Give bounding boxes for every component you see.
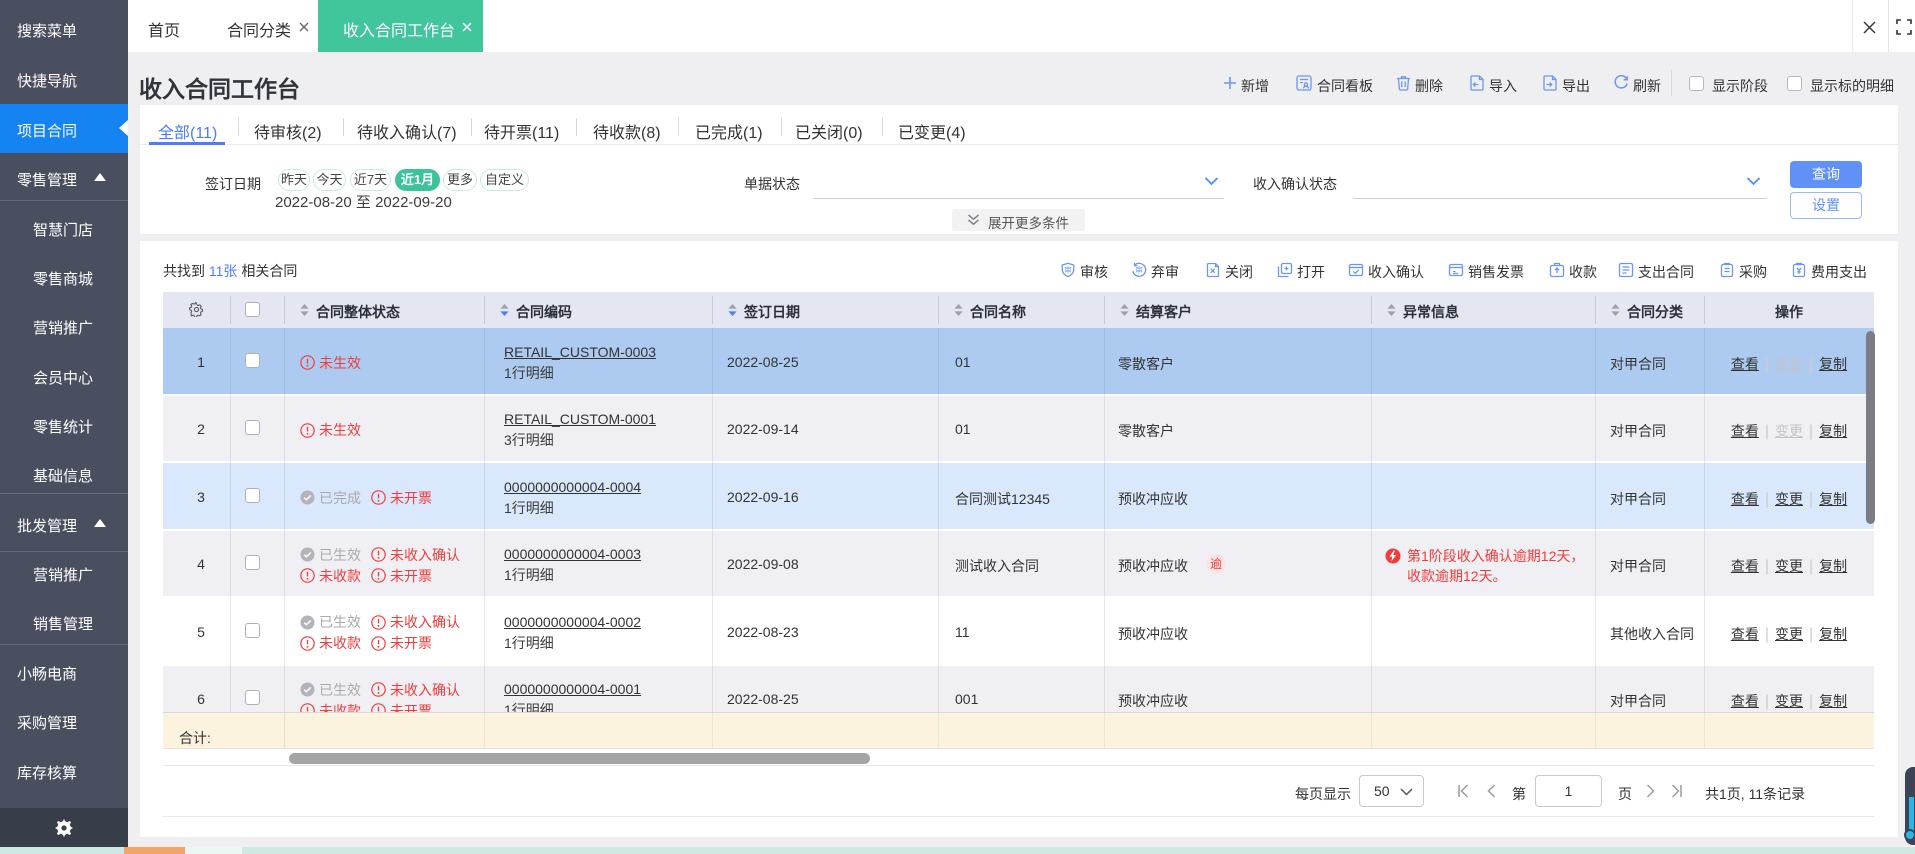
svg-text:审: 审 — [1135, 265, 1143, 275]
svg-text:审: 审 — [1064, 265, 1072, 275]
